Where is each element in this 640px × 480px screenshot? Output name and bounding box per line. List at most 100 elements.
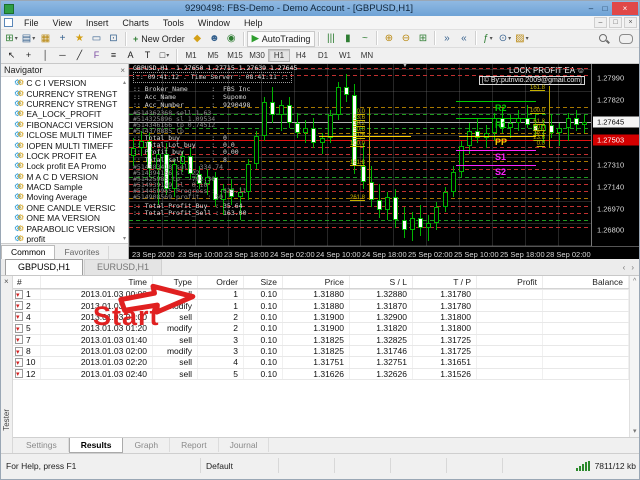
data-window-icon[interactable]: + [54, 31, 71, 47]
dropdown-icon[interactable]: ▾ [490, 35, 493, 42]
navigator-item[interactable]: ⚙ ⚙ CURRENCY STRENGT [1, 99, 128, 109]
crosshair-tool-icon[interactable]: + [20, 49, 37, 63]
mql-globe-icon[interactable]: ◉ [223, 31, 240, 47]
navigator-item[interactable]: ⚙ ⚙ ONE CANDLE VERSIC [1, 203, 128, 213]
dropdown-icon[interactable]: ▾ [15, 35, 18, 42]
navigator-item[interactable]: ⚙ ⚙ PARABOLIC VERSION [1, 223, 128, 234]
menu-file[interactable]: File [17, 18, 46, 28]
title-bar[interactable]: 9290498: FBS-Demo - Demo Account - [GBPU… [1, 1, 639, 16]
menu-charts[interactable]: Charts [115, 18, 156, 28]
chart-child-icon[interactable] [4, 18, 13, 27]
chat-icon[interactable] [619, 33, 633, 44]
table-scrollbar[interactable]: ^ ▾ [629, 276, 639, 437]
navigator-item[interactable]: ⚙ ⚙ ICLOSE MULTI TIMEF [1, 130, 128, 140]
table-row[interactable]: 12013.01.03 00:00sell10.101.318801.32880… [13, 289, 629, 301]
navigator-item[interactable]: ⚙ ⚙ FIBONACCI VERSION [1, 120, 128, 130]
table-row[interactable]: 72013.01.03 01:40sell30.101.318251.32825… [13, 334, 629, 346]
profiles-icon[interactable]: ▤ ▾ [20, 31, 37, 47]
chart-tab-gbpusd-h1[interactable]: GBPUSD,H1 [5, 259, 84, 275]
trendline-tool-icon[interactable]: ╱ [71, 49, 88, 63]
navigator-item[interactable]: ⚙ ⚙ CURRENCY STRENGT [1, 88, 128, 99]
strategy-tester-icon[interactable]: ⊡ [105, 31, 122, 47]
shapes-tool-icon[interactable]: □ ▾ [156, 49, 173, 63]
search-icon[interactable] [597, 32, 611, 46]
column-header-balance[interactable]: Balance [543, 276, 629, 288]
navigator-header[interactable]: Navigator × [1, 64, 128, 77]
timeframe-m1[interactable]: M1 [180, 49, 202, 62]
timeframe-m5[interactable]: M5 [202, 49, 224, 62]
market-watch-icon[interactable]: ▦ [37, 31, 54, 47]
child-close-icon[interactable]: × [624, 17, 637, 28]
child-restore-icon[interactable]: □ [609, 17, 622, 28]
navigator-item[interactable]: ⚙ ⚙ profit [1, 234, 128, 243]
navigator-item[interactable]: ⚙ ⚙ MACD Sample [1, 182, 128, 192]
vline-tool-icon[interactable]: │ [37, 49, 54, 63]
bar-chart-mode-icon[interactable]: ||| [322, 31, 339, 47]
close-icon[interactable]: × [612, 2, 638, 15]
column-header-tp[interactable]: T / P [413, 276, 477, 288]
autotrading-button[interactable]: ▶ AutoTrading [246, 30, 316, 47]
periods-list-icon[interactable]: ⊙ ▾ [496, 31, 513, 47]
scroll-down-icon[interactable]: ▾ [633, 427, 637, 435]
tester-close-icon[interactable]: × [4, 277, 9, 286]
navigator-tab-common[interactable]: Common [1, 245, 56, 259]
timeframe-h4[interactable]: H4 [290, 49, 312, 62]
chart-canvas[interactable]: LOCK PROFIT EA ☺ [© By:putrivio.2009@gma… [129, 64, 591, 246]
fibo-tool-icon[interactable]: F [88, 49, 105, 63]
text-tool-icon[interactable]: A [122, 49, 139, 63]
new-order-button[interactable]: + New Order [129, 31, 189, 47]
column-header-[interactable]: # [13, 276, 41, 288]
community-icon[interactable]: ☻ [206, 31, 223, 47]
zoom-in-icon[interactable]: ⊕ [380, 31, 397, 47]
table-row[interactable]: 122013.01.03 02:40sell50.101.316261.3262… [13, 368, 629, 381]
timeframe-d1[interactable]: D1 [312, 49, 334, 62]
timeframe-w1[interactable]: W1 [334, 49, 356, 62]
status-profile[interactable]: Default [201, 458, 279, 473]
dropdown-icon[interactable]: ▾ [166, 52, 169, 59]
tester-tab-results[interactable]: Results [68, 438, 124, 453]
metaeditor-icon[interactable]: ◆ [189, 31, 206, 47]
table-row[interactable]: 82013.01.03 02:00modify30.101.318251.317… [13, 345, 629, 358]
navigator-toggle-icon[interactable]: ★ [71, 31, 88, 47]
chart-tab-eurusd-h1[interactable]: EURUSD,H1 [84, 259, 163, 275]
zoom-out-icon[interactable]: ⊖ [397, 31, 414, 47]
column-header-sl[interactable]: S / L [350, 276, 413, 288]
tester-tab-graph[interactable]: Graph [123, 438, 171, 452]
tester-tab-settings[interactable]: Settings [15, 438, 69, 452]
menu-help[interactable]: Help [237, 18, 270, 28]
channel-tool-icon[interactable]: ≡ [105, 49, 122, 63]
tester-tab-report[interactable]: Report [170, 438, 219, 452]
navigator-item[interactable]: ⚙ ⚙ LOCK PROFIT EA [1, 151, 128, 161]
scroll-up-icon[interactable]: ^ [633, 278, 636, 285]
new-chart-icon[interactable]: ⊞ ▾ [3, 31, 20, 47]
terminal-panel-icon[interactable]: ▭ [88, 31, 105, 47]
tab-scroll-right-icon[interactable]: › [628, 263, 637, 272]
timeframe-m15[interactable]: M15 [224, 49, 246, 62]
scroll-up-icon[interactable]: ▴ [123, 79, 126, 86]
navigator-item[interactable]: ⚙ ⚙ M A C D VERSION [1, 172, 128, 182]
dropdown-icon[interactable]: ▾ [526, 35, 529, 42]
timeframe-h1[interactable]: H1 [268, 49, 290, 62]
navigator-item[interactable]: ⚙ ⚙ Lock profit EA Promo [1, 161, 128, 171]
minimize-icon[interactable]: – [584, 2, 598, 15]
column-header-size[interactable]: Size [244, 276, 283, 288]
menu-view[interactable]: View [46, 18, 79, 28]
dropdown-icon[interactable]: ▾ [32, 35, 35, 42]
hline-tool-icon[interactable]: ─ [54, 49, 71, 63]
navigator-close-icon[interactable]: × [120, 66, 125, 75]
navigator-item[interactable]: ⚙ ⚙ C C I VERSION [1, 78, 128, 88]
menu-window[interactable]: Window [191, 18, 237, 28]
indicators-list-icon[interactable]: ƒ ▾ [479, 31, 496, 47]
tester-tab-journal[interactable]: Journal [219, 438, 270, 452]
column-header-order[interactable]: Order [198, 276, 244, 288]
menu-insert[interactable]: Insert [79, 18, 116, 28]
child-minimize-icon[interactable]: – [594, 17, 607, 28]
chart-shift-icon[interactable]: « [455, 31, 472, 47]
navigator-item[interactable]: ⚙ ⚙ EA_LOCK_PROFIT [1, 109, 128, 119]
auto-scroll-icon[interactable]: » [438, 31, 455, 47]
navigator-tab-favorites[interactable]: Favorites [55, 246, 110, 259]
scroll-down-icon[interactable]: ▾ [123, 235, 126, 242]
navigator-item[interactable]: ⚙ ⚙ IOPEN MULTI TIMEFF [1, 140, 128, 151]
column-header-price[interactable]: Price [283, 276, 350, 288]
table-row[interactable]: 102013.01.03 02:20sell40.101.317511.3275… [13, 357, 629, 369]
